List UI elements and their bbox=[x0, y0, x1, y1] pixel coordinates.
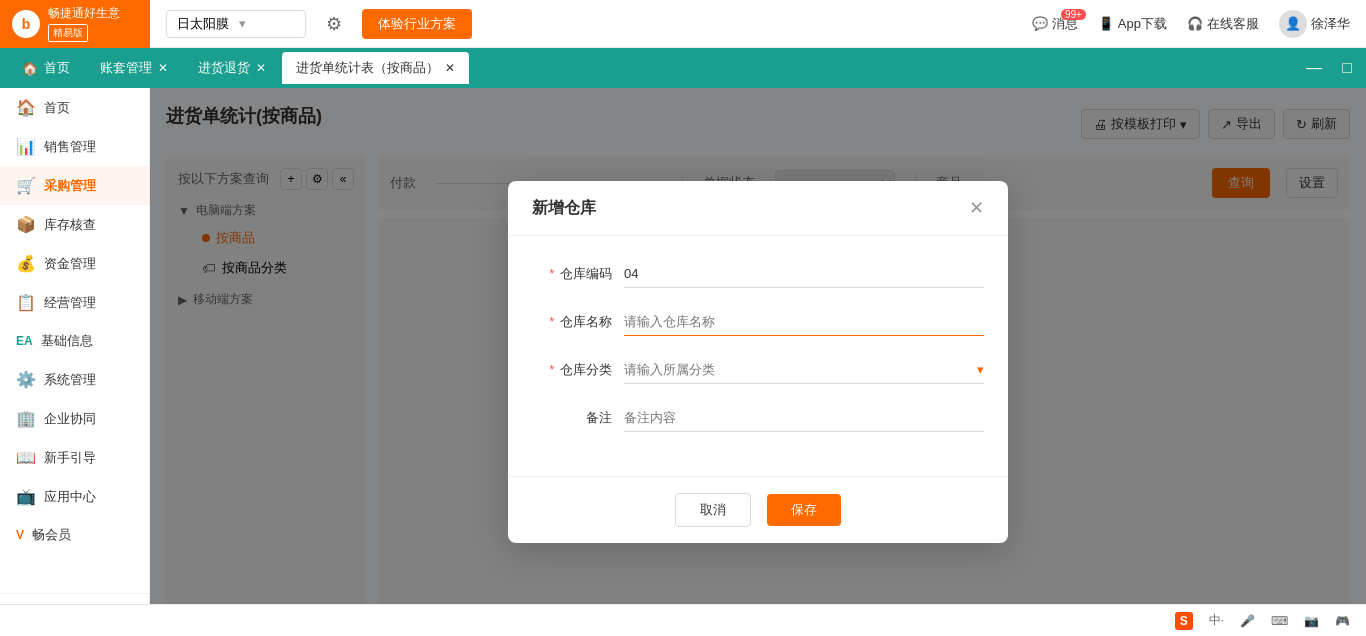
main-layout: 🏠 首页 📊 销售管理 🛒 采购管理 📦 库存核查 💰 资金管理 📋 经营管理 … bbox=[0, 88, 1366, 636]
required-mark: * bbox=[549, 362, 554, 377]
sidebar-item-enterprise[interactable]: 🏢 企业协同 bbox=[0, 399, 149, 438]
window-buttons: — □ bbox=[1300, 57, 1358, 79]
content-area: 进货单统计(按商品) 🖨 按模板打印 ▾ ↗ 导出 ↻ 刷新 bbox=[150, 88, 1366, 636]
ime-status[interactable]: 中· bbox=[1209, 612, 1224, 629]
sidebar-item-sales[interactable]: 📊 销售管理 bbox=[0, 127, 149, 166]
form-row-note: 备注 bbox=[532, 404, 984, 432]
logo-text: 畅捷通好生意 精易版 bbox=[48, 5, 120, 42]
logo-area: b 畅捷通好生意 精易版 bbox=[0, 0, 150, 48]
enterprise-icon: 🏢 bbox=[16, 409, 36, 428]
headset-icon: 🎧 bbox=[1187, 16, 1203, 31]
basic-icon: EA bbox=[16, 334, 33, 348]
cancel-button[interactable]: 取消 bbox=[675, 493, 751, 527]
sidebar-item-guide[interactable]: 📖 新手引导 bbox=[0, 438, 149, 477]
form-row-category: * 仓库分类 ▾ bbox=[532, 356, 984, 384]
modal-overlay: 新增仓库 ✕ * 仓库编码 * bbox=[150, 88, 1366, 636]
save-button[interactable]: 保存 bbox=[767, 494, 841, 526]
keyboard-icon[interactable]: ⌨ bbox=[1271, 614, 1288, 628]
app-download-btn[interactable]: 📱 App下载 bbox=[1098, 15, 1167, 33]
tab-purchase-return[interactable]: 进货退货 ✕ bbox=[184, 52, 280, 84]
brand-s-icon[interactable]: S bbox=[1175, 612, 1193, 630]
form-row-name: * 仓库名称 bbox=[532, 308, 984, 336]
trial-button[interactable]: 体验行业方案 bbox=[362, 9, 472, 39]
mic-icon[interactable]: 🎤 bbox=[1240, 614, 1255, 628]
sidebar-item-capital[interactable]: 💰 资金管理 bbox=[0, 244, 149, 283]
sidebar-item-operation[interactable]: 📋 经营管理 bbox=[0, 283, 149, 322]
sidebar-item-vip[interactable]: V 畅会员 bbox=[0, 516, 149, 554]
phone-icon: 📱 bbox=[1098, 16, 1114, 31]
sidebar: 🏠 首页 📊 销售管理 🛒 采购管理 📦 库存核查 💰 资金管理 📋 经营管理 … bbox=[0, 88, 150, 636]
vip-icon: V bbox=[16, 528, 24, 542]
category-input[interactable] bbox=[624, 362, 977, 377]
sidebar-item-app-center[interactable]: 📺 应用中心 bbox=[0, 477, 149, 516]
header-right: 💬 消息 99+ 📱 App下载 🎧 在线客服 👤 徐泽华 bbox=[1032, 10, 1350, 38]
camera-icon[interactable]: 📷 bbox=[1304, 614, 1319, 628]
avatar-image: 👤 bbox=[1279, 10, 1307, 38]
sidebar-item-basic[interactable]: EA 基础信息 bbox=[0, 322, 149, 360]
gamepad-icon[interactable]: 🎮 bbox=[1335, 614, 1350, 628]
chevron-down-icon: ▾ bbox=[239, 16, 295, 31]
sales-icon: 📊 bbox=[16, 137, 36, 156]
system-icon: ⚙️ bbox=[16, 370, 36, 389]
inventory-icon: 📦 bbox=[16, 215, 36, 234]
sidebar-item-home[interactable]: 🏠 首页 bbox=[0, 88, 149, 127]
note-label: 备注 bbox=[532, 409, 612, 427]
sidebar-item-inventory[interactable]: 📦 库存核查 bbox=[0, 205, 149, 244]
form-row-code: * 仓库编码 bbox=[532, 260, 984, 288]
tab-close-icon[interactable]: ✕ bbox=[256, 61, 266, 75]
note-input[interactable] bbox=[624, 404, 984, 432]
home-icon: 🏠 bbox=[22, 61, 38, 76]
category-select-wrapper: ▾ bbox=[624, 356, 984, 384]
minimize-button[interactable]: — bbox=[1300, 57, 1328, 79]
modal-footer: 取消 保存 bbox=[508, 476, 1008, 543]
tab-close-icon[interactable]: ✕ bbox=[158, 61, 168, 75]
tab-accounts[interactable]: 账套管理 ✕ bbox=[86, 52, 182, 84]
maximize-button[interactable]: □ bbox=[1336, 57, 1358, 79]
modal-header: 新增仓库 ✕ bbox=[508, 181, 1008, 236]
code-label: * 仓库编码 bbox=[532, 265, 612, 283]
sidebar-item-system[interactable]: ⚙️ 系统管理 bbox=[0, 360, 149, 399]
store-selector[interactable]: 日太阳膜 ▾ bbox=[166, 10, 306, 38]
warehouse-name-input[interactable] bbox=[624, 308, 984, 336]
purchase-icon: 🛒 bbox=[16, 176, 36, 195]
user-avatar[interactable]: 👤 徐泽华 bbox=[1279, 10, 1350, 38]
warehouse-code-input[interactable] bbox=[624, 260, 984, 288]
category-label: * 仓库分类 bbox=[532, 361, 612, 379]
category-arrow-icon[interactable]: ▾ bbox=[977, 362, 984, 377]
status-bar: S 中· 🎤 ⌨ 📷 🎮 bbox=[0, 604, 1366, 636]
app-center-icon: 📺 bbox=[16, 487, 36, 506]
tab-close-icon[interactable]: ✕ bbox=[445, 61, 455, 75]
tab-home[interactable]: 🏠 首页 bbox=[8, 52, 84, 84]
tab-bar: 🏠 首页 账套管理 ✕ 进货退货 ✕ 进货单统计表（按商品） ✕ — □ bbox=[0, 48, 1366, 88]
required-mark: * bbox=[549, 314, 554, 329]
tab-purchase-stats[interactable]: 进货单统计表（按商品） ✕ bbox=[282, 52, 469, 84]
top-header: b 畅捷通好生意 精易版 日太阳膜 ▾ ⚙ 体验行业方案 💬 消息 99+ 📱 … bbox=[0, 0, 1366, 48]
sidebar-item-purchase[interactable]: 🛒 采购管理 bbox=[0, 166, 149, 205]
add-warehouse-modal: 新增仓库 ✕ * 仓库编码 * bbox=[508, 181, 1008, 543]
name-label: * 仓库名称 bbox=[532, 313, 612, 331]
messages-btn[interactable]: 💬 消息 99+ bbox=[1032, 15, 1078, 33]
capital-icon: 💰 bbox=[16, 254, 36, 273]
required-mark: * bbox=[549, 266, 554, 281]
modal-body: * 仓库编码 * 仓库名称 bbox=[508, 236, 1008, 476]
message-icon: 💬 bbox=[1032, 16, 1048, 31]
guide-icon: 📖 bbox=[16, 448, 36, 467]
logo-icon: b bbox=[12, 10, 40, 38]
operation-icon: 📋 bbox=[16, 293, 36, 312]
settings-button[interactable]: ⚙ bbox=[318, 8, 350, 40]
modal-title: 新增仓库 bbox=[532, 198, 596, 219]
modal-close-button[interactable]: ✕ bbox=[969, 197, 984, 219]
home-icon: 🏠 bbox=[16, 98, 36, 117]
online-service-btn[interactable]: 🎧 在线客服 bbox=[1187, 15, 1259, 33]
